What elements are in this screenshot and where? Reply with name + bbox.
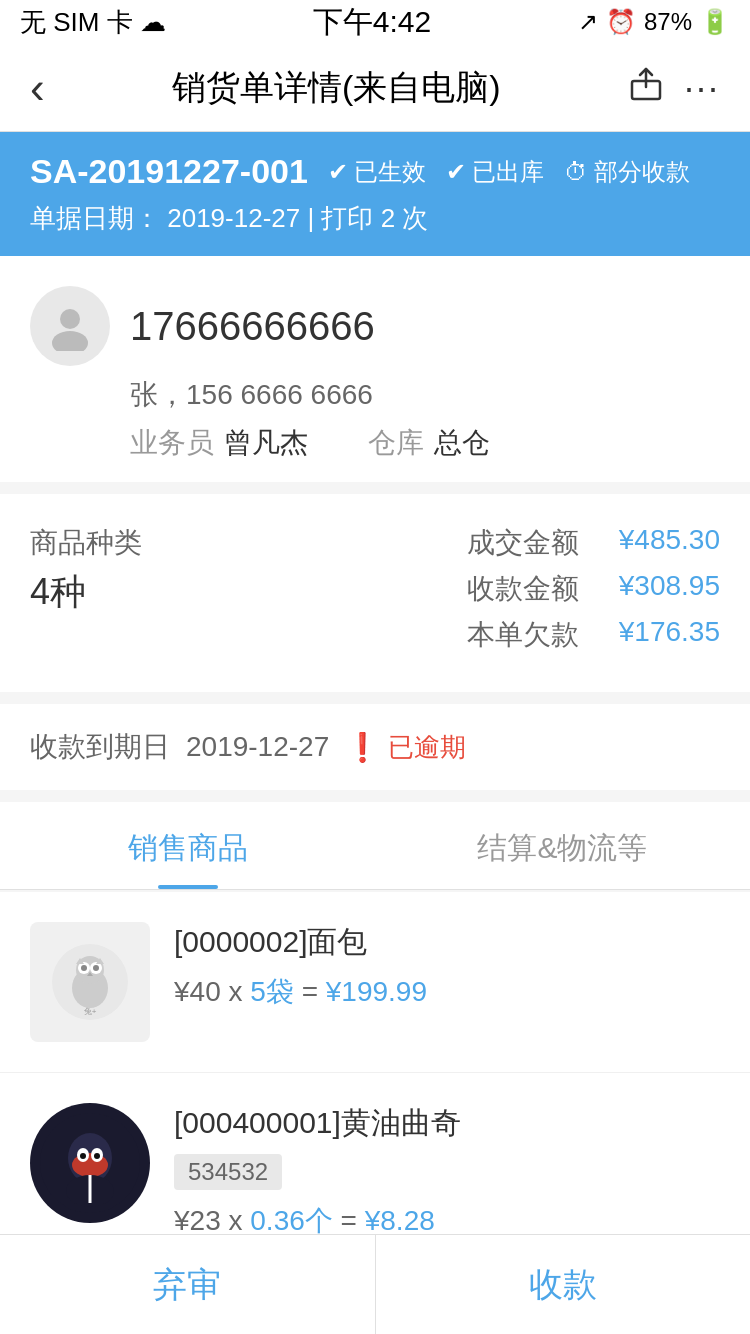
product-info-2: [000400001]黄油曲奇 534532 ¥23 x 0.36个 = ¥8.… bbox=[174, 1103, 720, 1240]
svg-point-9 bbox=[81, 965, 87, 971]
deal-amount-label: 成交金额 bbox=[467, 524, 579, 562]
financial-stats: 成交金额 ¥485.30 收款金额 ¥308.95 本单欠款 ¥176.35 bbox=[467, 524, 720, 662]
bottom-bar: 弃审 收款 bbox=[0, 1234, 750, 1334]
status-right: ↗ ⏰ 87% 🔋 bbox=[578, 8, 730, 36]
check-icon-1: ✔ bbox=[328, 158, 348, 186]
order-date-info: 单据日期： 2019-12-27 | 打印 2 次 bbox=[30, 201, 720, 236]
status-badge-partial: ⏱ 部分收款 bbox=[564, 156, 690, 188]
status-time: 下午4:42 bbox=[313, 2, 431, 43]
page-title: 销货单详情(来自电脑) bbox=[172, 65, 501, 111]
product-info-1: [0000002]面包 ¥40 x 5袋 = ¥199.99 bbox=[174, 922, 720, 1011]
overdue-badge: ❗ 已逾期 bbox=[345, 730, 466, 765]
tab-settlement[interactable]: 结算&物流等 bbox=[375, 802, 750, 889]
order-header: SA-20191227-001 ✔ 已生效 ✔ 已出库 ⏱ 部分收款 单据日期：… bbox=[0, 132, 750, 256]
location-icon: ↗ bbox=[578, 8, 598, 36]
due-date-section: 收款到期日 2019-12-27 ❗ 已逾期 bbox=[0, 704, 750, 790]
salesman-value: 曾凡杰 bbox=[224, 424, 308, 462]
product-list: 兔+ [0000002]面包 ¥40 x 5袋 = ¥199.99 bbox=[0, 892, 750, 1271]
nav-actions: ··· bbox=[628, 65, 720, 110]
nav-bar: ‹ 销货单详情(来自电脑) ··· bbox=[0, 44, 750, 132]
product-type-value: 4种 bbox=[30, 568, 142, 617]
product-thumb-1: 兔+ bbox=[30, 922, 150, 1042]
share-button[interactable] bbox=[628, 65, 664, 110]
clock-icon: ⏱ bbox=[564, 158, 588, 186]
warehouse-value: 总仓 bbox=[434, 424, 490, 462]
due-date-value: 2019-12-27 bbox=[186, 731, 329, 763]
collect-payment-button[interactable]: 收款 bbox=[376, 1235, 751, 1334]
due-date-label: 收款到期日 bbox=[30, 728, 170, 766]
product-thumb-2 bbox=[30, 1103, 150, 1223]
svg-point-3 bbox=[52, 331, 88, 351]
deal-amount-value: ¥485.30 bbox=[619, 524, 720, 562]
product-price-1: ¥40 x 5袋 = ¥199.99 bbox=[174, 973, 720, 1011]
battery-text: 87% bbox=[644, 8, 692, 36]
divider-2 bbox=[0, 694, 750, 704]
owl-icon: 兔+ bbox=[50, 942, 130, 1022]
product-qty-2: 0.36个 bbox=[250, 1205, 333, 1236]
product-qty-1: 5袋 bbox=[250, 976, 294, 1007]
divider-1 bbox=[0, 484, 750, 494]
status-badge-shipped: ✔ 已出库 bbox=[446, 156, 544, 188]
order-number: SA-20191227-001 bbox=[30, 152, 308, 191]
svg-point-20 bbox=[80, 1153, 86, 1159]
tab-sales-products[interactable]: 销售商品 bbox=[0, 802, 375, 889]
product-name-1: [0000002]面包 bbox=[174, 922, 720, 963]
receipt-amount-label: 收款金额 bbox=[467, 570, 579, 608]
salesman-label: 业务员 bbox=[130, 424, 214, 462]
status-badge-effective: ✔ 已生效 bbox=[328, 156, 426, 188]
debt-amount-label: 本单欠款 bbox=[467, 616, 579, 654]
warehouse-label: 仓库 bbox=[368, 424, 424, 462]
svg-text:兔+: 兔+ bbox=[84, 1007, 97, 1016]
status-bar: 无 SIM 卡 ☁ 下午4:42 ↗ ⏰ 87% 🔋 bbox=[0, 0, 750, 44]
stats-section: 商品种类 4种 成交金额 ¥485.30 收款金额 ¥308.95 本单欠款 ¥… bbox=[0, 494, 750, 692]
alarm-icon: ⏰ bbox=[606, 8, 636, 36]
status-left: 无 SIM 卡 ☁ bbox=[20, 5, 166, 40]
overdue-text: 已逾期 bbox=[388, 730, 466, 765]
overdue-icon: ❗ bbox=[345, 731, 380, 764]
tabs-row: 销售商品 结算&物流等 bbox=[0, 802, 750, 890]
customer-avatar bbox=[30, 286, 110, 366]
svg-point-2 bbox=[60, 309, 80, 329]
product-item-1: 兔+ [0000002]面包 ¥40 x 5袋 = ¥199.99 bbox=[0, 892, 750, 1073]
product-type-label: 商品种类 bbox=[30, 524, 142, 562]
receipt-amount-value: ¥308.95 bbox=[619, 570, 720, 608]
product-tag-2: 534532 bbox=[174, 1154, 282, 1190]
svg-point-21 bbox=[94, 1153, 100, 1159]
product-name-2: [000400001]黄油曲奇 bbox=[174, 1103, 720, 1144]
tabs-section: 销售商品 结算&物流等 bbox=[0, 802, 750, 890]
product-image-icon bbox=[40, 1113, 140, 1213]
customer-phone[interactable]: 17666666666 bbox=[130, 304, 375, 349]
abandon-review-button[interactable]: 弃审 bbox=[0, 1235, 376, 1334]
customer-section: 17666666666 张，156 6666 6666 业务员 曾凡杰 仓库 总… bbox=[0, 256, 750, 482]
customer-meta: 业务员 曾凡杰 仓库 总仓 bbox=[130, 424, 720, 462]
product-total-1: ¥199.99 bbox=[326, 976, 427, 1007]
divider-3 bbox=[0, 792, 750, 802]
product-total-2: ¥8.28 bbox=[365, 1205, 435, 1236]
debt-amount-value: ¥176.35 bbox=[619, 616, 720, 654]
more-button[interactable]: ··· bbox=[684, 67, 720, 109]
customer-name: 张，156 6666 6666 bbox=[130, 376, 720, 414]
svg-point-10 bbox=[93, 965, 99, 971]
back-button[interactable]: ‹ bbox=[30, 63, 45, 113]
check-icon-2: ✔ bbox=[446, 158, 466, 186]
battery-icon: 🔋 bbox=[700, 8, 730, 36]
